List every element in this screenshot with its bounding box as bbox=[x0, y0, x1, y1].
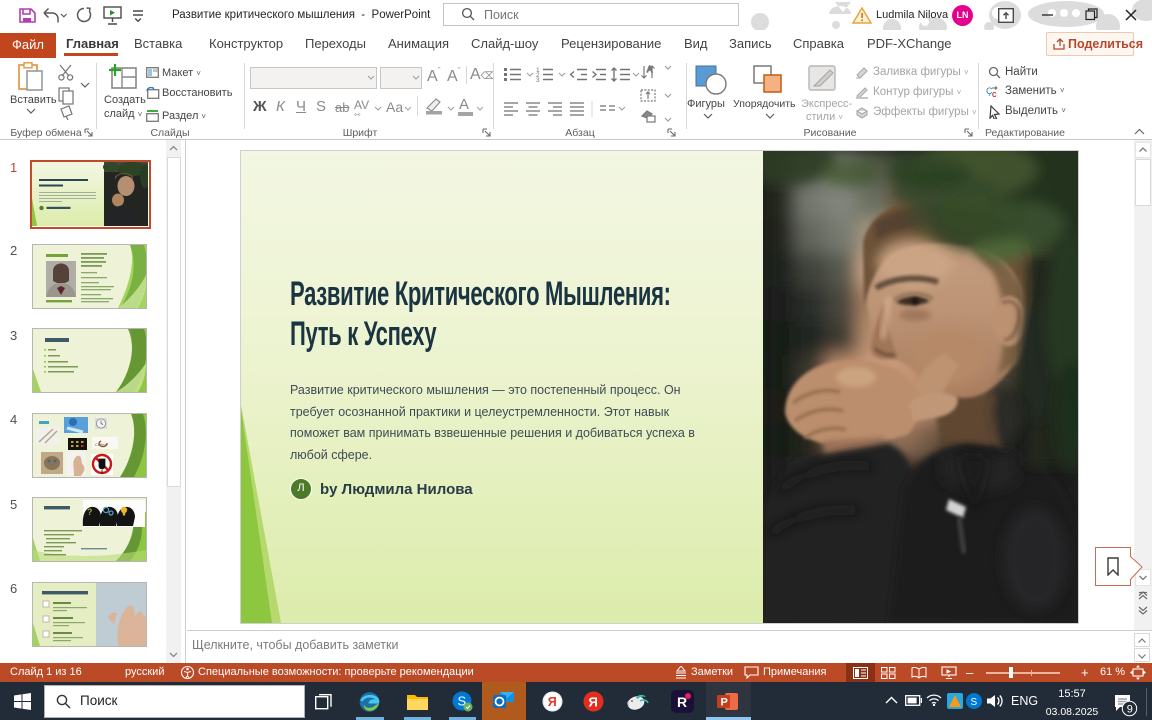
svg-text:Coffee: Coffee bbox=[95, 442, 107, 447]
svg-text:c: c bbox=[992, 89, 997, 99]
svg-text:?: ? bbox=[87, 507, 93, 517]
svg-text:Я: Я bbox=[548, 695, 557, 709]
svg-text:3: 3 bbox=[536, 77, 540, 84]
svg-text:9: 9 bbox=[1127, 704, 1133, 716]
svg-text:Я: Я bbox=[589, 695, 598, 710]
svg-text:А: А bbox=[647, 65, 653, 74]
svg-text:S: S bbox=[971, 697, 978, 708]
svg-text:P: P bbox=[721, 697, 728, 709]
